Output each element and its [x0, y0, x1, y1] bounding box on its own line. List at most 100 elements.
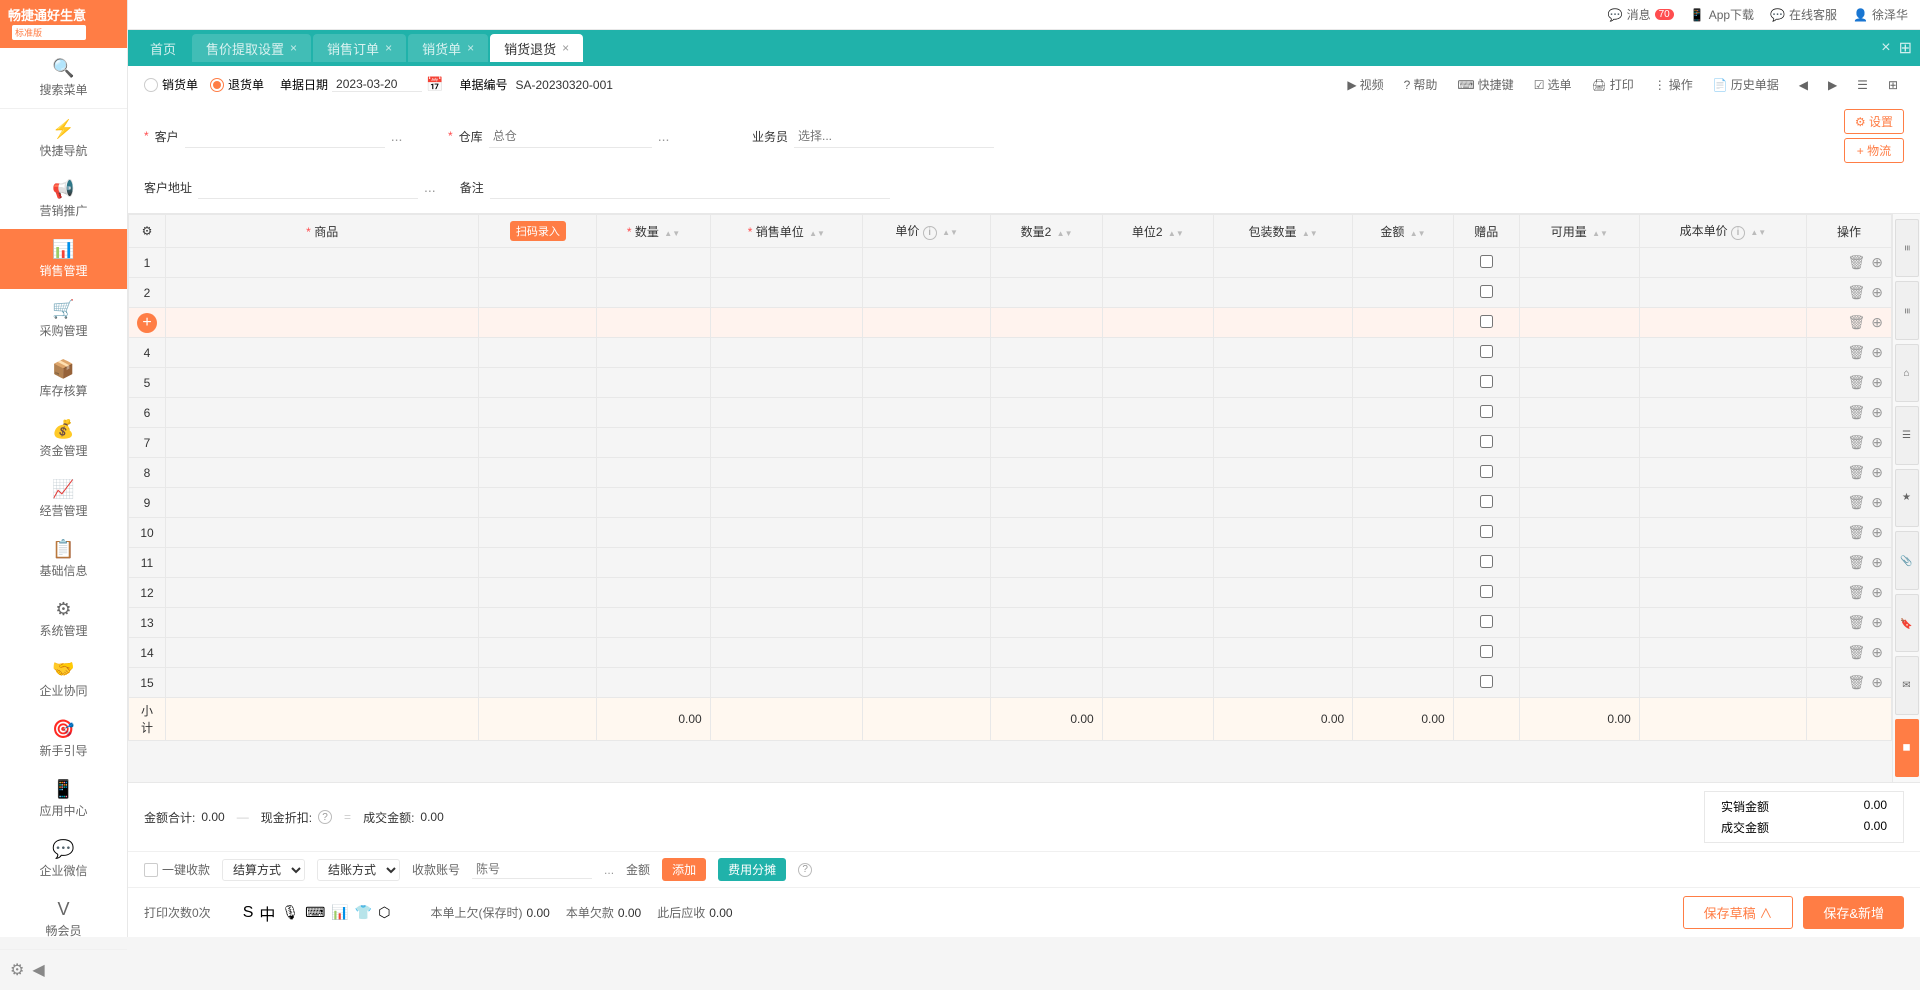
delete-icon[interactable]: 🗑 — [1847, 464, 1865, 481]
row-2-gift-checkbox[interactable] — [1480, 285, 1493, 298]
row-1-pack[interactable] — [1213, 248, 1352, 278]
bottom-icon-5[interactable]: 📊 — [331, 904, 348, 921]
expense-split-button[interactable]: 费用分摊 — [718, 858, 786, 881]
add-payment-button[interactable]: 添加 — [662, 858, 706, 881]
list-view-btn[interactable]: ☰ — [1851, 76, 1874, 94]
shortcut-btn[interactable]: ⌨ 快捷键 — [1451, 74, 1519, 95]
right-btn-6[interactable]: 📎 — [1895, 531, 1919, 589]
nav-next-btn[interactable]: ▶ — [1822, 76, 1843, 94]
right-btn-4[interactable]: ☰ — [1895, 406, 1919, 464]
tab-sales-delivery[interactable]: 销货单 × — [408, 34, 488, 62]
right-btn-5[interactable]: ★ — [1895, 469, 1919, 527]
row-3-unit2[interactable] — [1102, 308, 1213, 338]
delete-icon[interactable]: 🗑 — [1847, 374, 1865, 391]
sidebar-item-shortcuts[interactable]: ⚡ 快捷导航 — [0, 109, 127, 169]
customer-dots-btn[interactable]: ... — [391, 128, 403, 144]
bottom-icon-3[interactable]: 🎙 — [281, 904, 299, 921]
row-1-available[interactable] — [1519, 248, 1639, 278]
row-2-cost[interactable] — [1639, 278, 1806, 308]
delete-icon[interactable]: 🗑 — [1847, 434, 1865, 451]
copy-icon[interactable]: ⊕ — [1871, 404, 1883, 421]
row-1-unit[interactable] — [710, 248, 862, 278]
row-1-unit2[interactable] — [1102, 248, 1213, 278]
row-1-gift-checkbox[interactable] — [1480, 255, 1493, 268]
row-3-amount[interactable] — [1353, 308, 1453, 338]
staff-input[interactable] — [794, 124, 994, 148]
row-3-delete-icon[interactable]: 🗑 — [1847, 314, 1865, 331]
sales-unit-sort-icon[interactable]: ▲▼ — [809, 230, 825, 238]
tab-price-setting[interactable]: 售价提取设置 × — [192, 34, 311, 62]
collapse-icon[interactable]: ◀ — [32, 960, 44, 980]
sidebar-item-system[interactable]: ⚙ 系统管理 — [0, 589, 127, 649]
delete-icon[interactable]: 🗑 — [1847, 584, 1865, 601]
warehouse-input[interactable] — [489, 124, 652, 148]
row-1-copy-icon[interactable]: ⊕ — [1871, 254, 1883, 271]
sidebar-item-member[interactable]: V 畅会员 — [0, 889, 127, 949]
row-2-gift[interactable] — [1453, 278, 1519, 308]
row-2-copy-icon[interactable]: ⊕ — [1871, 284, 1883, 301]
row-2-pack[interactable] — [1213, 278, 1352, 308]
radio-return[interactable]: 退货单 — [210, 76, 264, 93]
bottom-icon-7[interactable]: ⬡ — [378, 904, 390, 921]
nav-prev-btn[interactable]: ◀ — [1793, 76, 1814, 94]
row-1-price[interactable] — [862, 248, 991, 278]
right-btn-9[interactable]: ◼ — [1895, 719, 1919, 777]
tab-sales-order-close[interactable]: × — [385, 41, 392, 55]
warehouse-dots-btn[interactable]: ... — [658, 128, 670, 144]
sidebar-item-marketing[interactable]: 📢 营销推广 — [0, 169, 127, 229]
row-3-quantity[interactable] — [597, 308, 710, 338]
th-settings[interactable]: ⚙ — [129, 215, 166, 248]
right-btn-3[interactable]: ⌂ — [1895, 344, 1919, 402]
row-2-unit[interactable] — [710, 278, 862, 308]
settlement-select[interactable]: 结算方式 — [222, 859, 305, 881]
right-btn-2[interactable]: ≡ — [1895, 281, 1919, 339]
copy-icon[interactable]: ⊕ — [1871, 374, 1883, 391]
unit2-sort-icon[interactable]: ▲▼ — [1168, 230, 1184, 238]
video-btn[interactable]: ▶ 视频 — [1341, 74, 1389, 95]
radio-shipment[interactable]: 销货单 — [144, 76, 198, 93]
expense-question-icon[interactable]: ? — [798, 863, 812, 877]
copy-icon[interactable]: ⊕ — [1871, 494, 1883, 511]
delete-icon[interactable]: 🗑 — [1847, 674, 1865, 691]
quantity-sort-icon[interactable]: ▲▼ — [664, 230, 680, 238]
app-download-action[interactable]: 📱 App下载 — [1690, 6, 1754, 23]
row-2-amount[interactable] — [1353, 278, 1453, 308]
row-3-gift-checkbox[interactable] — [1480, 315, 1493, 328]
sidebar-item-inventory[interactable]: 📦 库存核算 — [0, 349, 127, 409]
grid-view-btn[interactable]: ⊞ — [1882, 76, 1904, 94]
bottom-icon-1[interactable]: S — [243, 904, 254, 922]
delete-icon[interactable]: 🗑 — [1847, 494, 1865, 511]
available-sort-icon[interactable]: ▲▼ — [1592, 230, 1608, 238]
cost-price-info-icon[interactable]: i — [1731, 226, 1745, 240]
sidebar-item-guide[interactable]: 🎯 新手引导 — [0, 709, 127, 769]
sidebar-item-wechat[interactable]: 💬 企业微信 — [0, 829, 127, 889]
sidebar-item-purchase[interactable]: 🛒 采购管理 — [0, 289, 127, 349]
settings-btn[interactable]: ⚙ 设置 — [1844, 109, 1904, 134]
row-1-qty2[interactable] — [991, 248, 1102, 278]
row-2-product[interactable] — [166, 278, 479, 308]
row-3-gift[interactable] — [1453, 308, 1519, 338]
cost-sort-icon[interactable]: ▲▼ — [1750, 229, 1766, 237]
tab-sales-order[interactable]: 销售订单 × — [313, 34, 406, 62]
row-3-pack[interactable] — [1213, 308, 1352, 338]
sidebar-item-operations[interactable]: 📈 经营管理 — [0, 469, 127, 529]
copy-icon[interactable]: ⊕ — [1871, 344, 1883, 361]
row-3-product[interactable] — [166, 308, 479, 338]
row-1-cost[interactable] — [1639, 248, 1806, 278]
row-3-copy-icon[interactable]: ⊕ — [1871, 314, 1883, 331]
copy-icon[interactable]: ⊕ — [1871, 674, 1883, 691]
copy-icon[interactable]: ⊕ — [1871, 584, 1883, 601]
row-2-delete-icon[interactable]: 🗑 — [1847, 284, 1865, 301]
copy-icon[interactable]: ⊕ — [1871, 434, 1883, 451]
sidebar-item-sales[interactable]: 📊 销售管理 — [0, 229, 127, 289]
customer-input[interactable] — [185, 124, 385, 148]
delete-icon[interactable]: 🗑 — [1847, 614, 1865, 631]
account-input[interactable] — [472, 860, 592, 879]
row-2-quantity[interactable] — [597, 278, 710, 308]
row-1-delete-icon[interactable]: 🗑 — [1847, 254, 1865, 271]
tab-sales-return-close[interactable]: × — [562, 41, 569, 55]
row-2-available[interactable] — [1519, 278, 1639, 308]
copy-icon[interactable]: ⊕ — [1871, 554, 1883, 571]
help-btn[interactable]: ? 帮助 — [1398, 74, 1444, 95]
row-1-quantity[interactable] — [597, 248, 710, 278]
